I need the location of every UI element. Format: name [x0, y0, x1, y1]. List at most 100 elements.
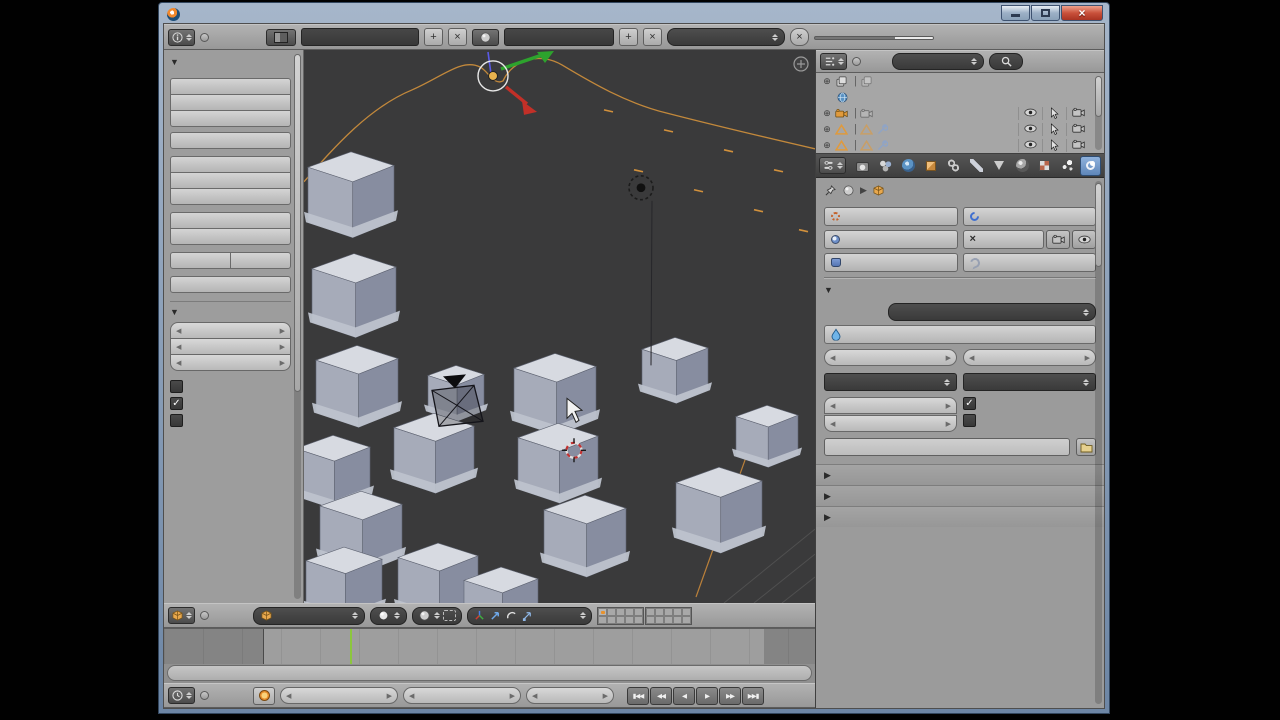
tab-constraints[interactable] — [943, 156, 964, 176]
visibility-eye-icon[interactable] — [1024, 139, 1037, 150]
lamp-object[interactable] — [477, 50, 554, 115]
tab-render[interactable] — [852, 156, 873, 176]
translate-button[interactable] — [170, 78, 291, 95]
axis-x-checkbox[interactable] — [170, 380, 183, 393]
calculate-paths-button[interactable] — [170, 276, 291, 293]
viewport-scene[interactable] — [304, 50, 815, 603]
fluid-type-dropdown[interactable] — [888, 303, 1096, 321]
collapse-menus-toggle[interactable] — [852, 57, 861, 66]
display-filter-dropdown[interactable] — [892, 53, 984, 70]
visibility-eye-icon[interactable] — [1024, 123, 1037, 134]
timeline-ruler[interactable] — [167, 665, 812, 681]
obstacle-cubes[interactable] — [304, 151, 802, 603]
maximize-button[interactable] — [1031, 4, 1060, 21]
add-layout-button[interactable]: + — [424, 28, 443, 46]
pin-icon[interactable] — [824, 185, 837, 196]
outliner-row-cube-001[interactable]: ⊕ | — [816, 137, 1104, 153]
jump-to-start-button[interactable]: ▮◀◀ — [627, 686, 649, 705]
preview-resolution-field[interactable]: ◀ ▶ — [963, 349, 1096, 366]
tab-material[interactable] — [1012, 156, 1033, 176]
vector-y-field[interactable]: ◀ ▶ — [170, 338, 291, 355]
scene-icon[interactable] — [472, 28, 499, 46]
snap-icon[interactable] — [443, 610, 456, 621]
screen-layout-field[interactable] — [301, 28, 419, 46]
tab-modifiers[interactable] — [966, 156, 987, 176]
tool-shelf-scrollbar[interactable] — [294, 54, 301, 599]
render-display-dropdown[interactable] — [824, 373, 957, 391]
join-button[interactable] — [170, 188, 291, 205]
translate-panel-header[interactable]: ▼ — [170, 301, 291, 319]
expand-icon[interactable]: ⊕ — [822, 140, 832, 151]
manipulator-axes-icon[interactable] — [473, 610, 486, 621]
tab-scene[interactable] — [875, 156, 896, 176]
renderability-camera-icon[interactable] — [1072, 107, 1085, 118]
tab-world[interactable] — [898, 156, 919, 176]
editor-type-button-properties[interactable] — [819, 157, 846, 174]
empty-object[interactable] — [628, 174, 654, 366]
pivot-point-icon[interactable] — [418, 610, 431, 621]
fluid-viewport-toggle[interactable] — [1072, 230, 1096, 249]
scale-manipulator-icon[interactable] — [521, 610, 534, 621]
translate-manipulator-icon[interactable] — [489, 610, 502, 621]
domain-particles-panel[interactable]: ▶ — [816, 506, 1104, 527]
selectability-cursor-icon[interactable] — [1050, 139, 1059, 152]
fluid-panel-header[interactable]: ▼ — [824, 281, 1096, 299]
frame-start-field[interactable]: ◀ ▶ — [280, 687, 398, 704]
viewport-canvas[interactable] — [304, 50, 815, 603]
smooth-button[interactable] — [170, 212, 291, 229]
collapse-menus-toggle[interactable] — [200, 611, 209, 620]
viewport-display-dropdown[interactable] — [963, 373, 1096, 391]
render-engine-dropdown[interactable] — [667, 28, 785, 46]
play-reverse-button[interactable]: ◀ — [673, 686, 695, 705]
outliner-row-camera[interactable]: ⊕ | — [816, 105, 1104, 121]
time-end-field[interactable]: ◀ ▶ — [824, 415, 957, 432]
expand-icon[interactable]: ⊕ — [822, 76, 832, 87]
minimize-button[interactable] — [1001, 4, 1030, 21]
axis-y-checkbox[interactable] — [170, 397, 183, 410]
soft-body-button[interactable] — [962, 207, 1096, 226]
outliner-row-cube[interactable]: ⊕ | — [816, 121, 1104, 137]
renderability-camera-icon[interactable] — [1072, 139, 1085, 150]
tab-object[interactable] — [920, 156, 941, 176]
time-start-field[interactable]: ◀ ▶ — [824, 397, 957, 414]
object-tools-panel-header[interactable]: ▼ — [170, 53, 291, 71]
delete-layout-button[interactable]: × — [448, 28, 467, 46]
rotate-button[interactable] — [170, 94, 291, 111]
rotate-manipulator-icon[interactable] — [505, 610, 518, 621]
current-frame-field[interactable]: ◀ ▶ — [526, 687, 614, 704]
smoke-button[interactable] — [962, 253, 1096, 272]
delete-button[interactable] — [170, 172, 291, 189]
editor-type-button-outliner[interactable] — [820, 53, 847, 70]
editor-type-button-info[interactable] — [168, 28, 195, 46]
scale-button[interactable] — [170, 110, 291, 127]
outliner-scrollbar[interactable] — [1095, 76, 1102, 150]
screen-layout-icon[interactable] — [266, 28, 296, 46]
collapse-menus-toggle[interactable] — [200, 691, 209, 700]
reverse-frames-checkbox[interactable] — [963, 414, 976, 427]
tab-data[interactable] — [989, 156, 1010, 176]
manipulator-x-arrow[interactable] — [522, 100, 537, 115]
outliner-search-button[interactable] — [989, 53, 1023, 70]
renderability-camera-icon[interactable] — [1072, 123, 1085, 134]
expand-icon[interactable]: ⊕ — [822, 108, 832, 119]
next-keyframe-button[interactable]: ▶▶ — [719, 686, 741, 705]
previous-keyframe-button[interactable]: ◀◀ — [650, 686, 672, 705]
editor-type-button-timeline[interactable] — [168, 687, 195, 704]
cancel-job-button[interactable]: × — [790, 28, 809, 46]
remove-keyframe-button[interactable] — [230, 252, 291, 269]
axis-z-checkbox[interactable] — [170, 414, 183, 427]
bake-button[interactable] — [824, 325, 1096, 344]
mode-dropdown[interactable] — [253, 606, 365, 625]
shading-dropdown[interactable] — [370, 606, 407, 625]
delete-scene-button[interactable]: × — [643, 28, 662, 46]
final-resolution-field[interactable]: ◀ ▶ — [824, 349, 957, 366]
timeline-band[interactable] — [164, 628, 815, 664]
vector-z-field[interactable]: ◀ ▶ — [170, 354, 291, 371]
generate-speed-vectors-checkbox[interactable] — [963, 397, 976, 410]
origin-button[interactable] — [170, 132, 291, 149]
collapse-menus-toggle[interactable] — [200, 32, 209, 42]
flat-button[interactable] — [170, 228, 291, 245]
close-button[interactable]: × — [1061, 4, 1103, 21]
play-button[interactable]: ▶ — [696, 686, 718, 705]
fluid-button[interactable]: × — [962, 230, 1044, 249]
